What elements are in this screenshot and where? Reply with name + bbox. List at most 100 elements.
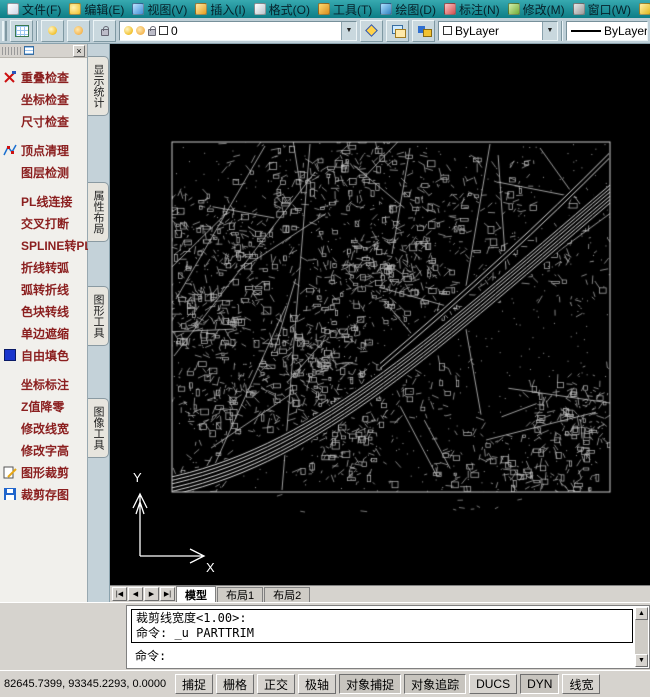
first-tab-button[interactable]: |◀ (112, 587, 127, 601)
sidebar-item-graphic-clip[interactable]: 图形裁剪 (0, 461, 87, 483)
toolbar: 0 ▼ ByLayer ▼ ByLayer (0, 18, 650, 44)
menu-help[interactable]: 帮助(H) (635, 0, 650, 18)
drawing-canvas-area[interactable]: Y X (110, 44, 650, 585)
tab-model[interactable]: 模型 (176, 586, 216, 602)
tab-layout1[interactable]: 布局1 (217, 586, 264, 602)
status-bar: 82645.7399, 93345.2293, 0.0000 捕捉 栅格 正交 … (0, 670, 650, 697)
toggle-ducs[interactable]: DUCS (469, 674, 518, 694)
tab-image-tools[interactable]: 图像工具 (88, 398, 109, 458)
menu-view[interactable]: 视图(V) (128, 0, 191, 18)
graphic-clip-icon (2, 465, 17, 480)
sidebar-item-label: 重叠检查 (21, 70, 70, 85)
menu-insert[interactable]: 插入(I) (191, 0, 249, 18)
sidebar-item-label: SPLINE转PL (21, 238, 92, 253)
sidebar-item-layer-detect[interactable]: 图层检测 (0, 161, 87, 183)
tab-graphic-tools[interactable]: 图形工具 (88, 286, 109, 346)
table-tool-button[interactable] (10, 19, 33, 42)
linetype-preview-icon (571, 29, 601, 32)
menu-modify[interactable]: 修改(M) (504, 0, 569, 18)
toolbar-grip[interactable] (2, 20, 7, 41)
diamond-icon (365, 24, 378, 37)
toggle-snap[interactable]: 捕捉 (175, 674, 214, 694)
side-tab-strip: 显示统计 属性布局 图形工具 图像工具 (88, 44, 110, 602)
file-menu-icon (7, 3, 19, 15)
layer-dropdown[interactable]: 0 ▼ (119, 20, 357, 41)
command-scrollbar[interactable]: ▲ ▼ (635, 607, 648, 667)
command-prompt[interactable]: 命令: (135, 647, 166, 664)
tool-panel-header: × (0, 44, 87, 58)
sidebar-item-label: 图层检测 (21, 165, 70, 180)
menu-file[interactable]: 文件(F) (3, 0, 65, 18)
sidebar-item-label: 修改线宽 (21, 421, 70, 436)
sidebar-item-size-check[interactable]: 尺寸检查 (0, 110, 87, 132)
toggle-otrack[interactable]: 对象追踪 (404, 674, 467, 694)
sidebar-item-label: 交叉打断 (21, 216, 70, 231)
toggle-osnap[interactable]: 对象捕捉 (339, 674, 402, 694)
scroll-up-icon[interactable]: ▲ (635, 607, 648, 620)
table-icon (14, 24, 29, 37)
prev-tab-button[interactable]: ◀ (128, 587, 143, 601)
toggle-polar[interactable]: 极轴 (298, 674, 337, 694)
sidebar-item-label: 坐标标注 (21, 377, 70, 392)
linetype-dropdown[interactable]: ByLayer (566, 20, 648, 41)
toggle-lineweight[interactable]: 线宽 (562, 674, 601, 694)
layer-lock-button[interactable] (93, 19, 116, 42)
edit-menu-icon (69, 3, 82, 15)
sidebar-item-overlap-check[interactable]: 重叠检查 (0, 66, 87, 88)
sidebar-item-free-fill[interactable]: 自由填色 (0, 344, 87, 366)
menu-draw-label: 绘图(D) (395, 2, 436, 17)
sidebar-item-coord-check[interactable]: 坐标检查 (0, 88, 87, 110)
make-layer-button[interactable] (360, 19, 383, 42)
menu-tools[interactable]: 工具(T) (314, 0, 376, 18)
toggle-ortho[interactable]: 正交 (257, 674, 296, 694)
menu-dimension[interactable]: 标注(N) (440, 0, 504, 18)
coordinate-readout[interactable]: 82645.7399, 93345.2293, 0.0000 (4, 678, 172, 690)
sidebar-item-modify-linewidth[interactable]: 修改线宽 (0, 417, 87, 439)
sidebar-item-block-to-line[interactable]: 色块转线 (0, 300, 87, 322)
layer-freeze-button[interactable] (67, 19, 90, 42)
sidebar-item-single-edge-trim[interactable]: 单边遮缩 (0, 322, 87, 344)
sidebar-item-z-to-zero[interactable]: Z值降零 (0, 395, 87, 417)
menu-edit[interactable]: 编辑(E) (65, 0, 128, 18)
layer-manager-button[interactable] (386, 19, 409, 42)
chevron-down-icon[interactable]: ▼ (341, 21, 356, 40)
toggle-dyn[interactable]: DYN (520, 674, 560, 694)
sidebar-item-modify-textheight[interactable]: 修改字高 (0, 439, 87, 461)
sidebar-item-clip-save[interactable]: 裁剪存图 (0, 483, 87, 505)
menu-format[interactable]: 格式(O) (250, 0, 314, 18)
sidebar-item-coord-annotate[interactable]: 坐标标注 (0, 373, 87, 395)
tab-layout2[interactable]: 布局2 (264, 586, 311, 602)
sidebar-item-label: 尺寸检查 (21, 114, 70, 129)
layers-icon (391, 25, 406, 38)
tab-display-stats[interactable]: 显示统计 (88, 56, 109, 116)
sidebar-item-polyline-to-arc[interactable]: 折线转弧 (0, 256, 87, 278)
layer-color-swatch (159, 26, 168, 35)
sidebar-item-cross-break[interactable]: 交叉打断 (0, 212, 87, 234)
panel-drag-grip[interactable] (2, 46, 22, 55)
dimension-menu-icon (443, 3, 456, 15)
chevron-down-icon[interactable]: ▼ (542, 21, 557, 40)
sidebar-item-spline-to-pl[interactable]: SPLINE转PL (0, 234, 92, 256)
match-properties-button[interactable] (412, 19, 435, 42)
tab-property-layout[interactable]: 属性布局 (88, 182, 109, 242)
toggle-grid[interactable]: 栅格 (216, 674, 255, 694)
last-tab-button[interactable]: ▶| (160, 587, 175, 601)
command-history: 裁剪线宽度<1.00>: 命令: _u PARTTRIM (131, 609, 633, 643)
sidebar-item-pl-connect[interactable]: PL线连接 (0, 190, 87, 212)
menu-draw[interactable]: 绘图(D) (376, 0, 440, 18)
toolbar-separator (561, 20, 563, 41)
command-window: 裁剪线宽度<1.00>: 命令: _u PARTTRIM 命令: ▲ ▼ (0, 602, 650, 670)
layer-on-button[interactable] (41, 19, 64, 42)
sidebar-item-vertex-clean[interactable]: 顶点清理 (0, 139, 87, 161)
sidebar-item-arc-to-polyline[interactable]: 弧转折线 (0, 278, 87, 300)
scroll-down-icon[interactable]: ▼ (635, 654, 648, 667)
color-dropdown[interactable]: ByLayer ▼ (438, 20, 558, 41)
sidebar-item-label: PL线连接 (21, 194, 73, 209)
panel-close-button[interactable]: × (73, 44, 85, 57)
menu-window[interactable]: 窗口(W) (569, 0, 635, 18)
next-tab-button[interactable]: ▶ (144, 587, 159, 601)
